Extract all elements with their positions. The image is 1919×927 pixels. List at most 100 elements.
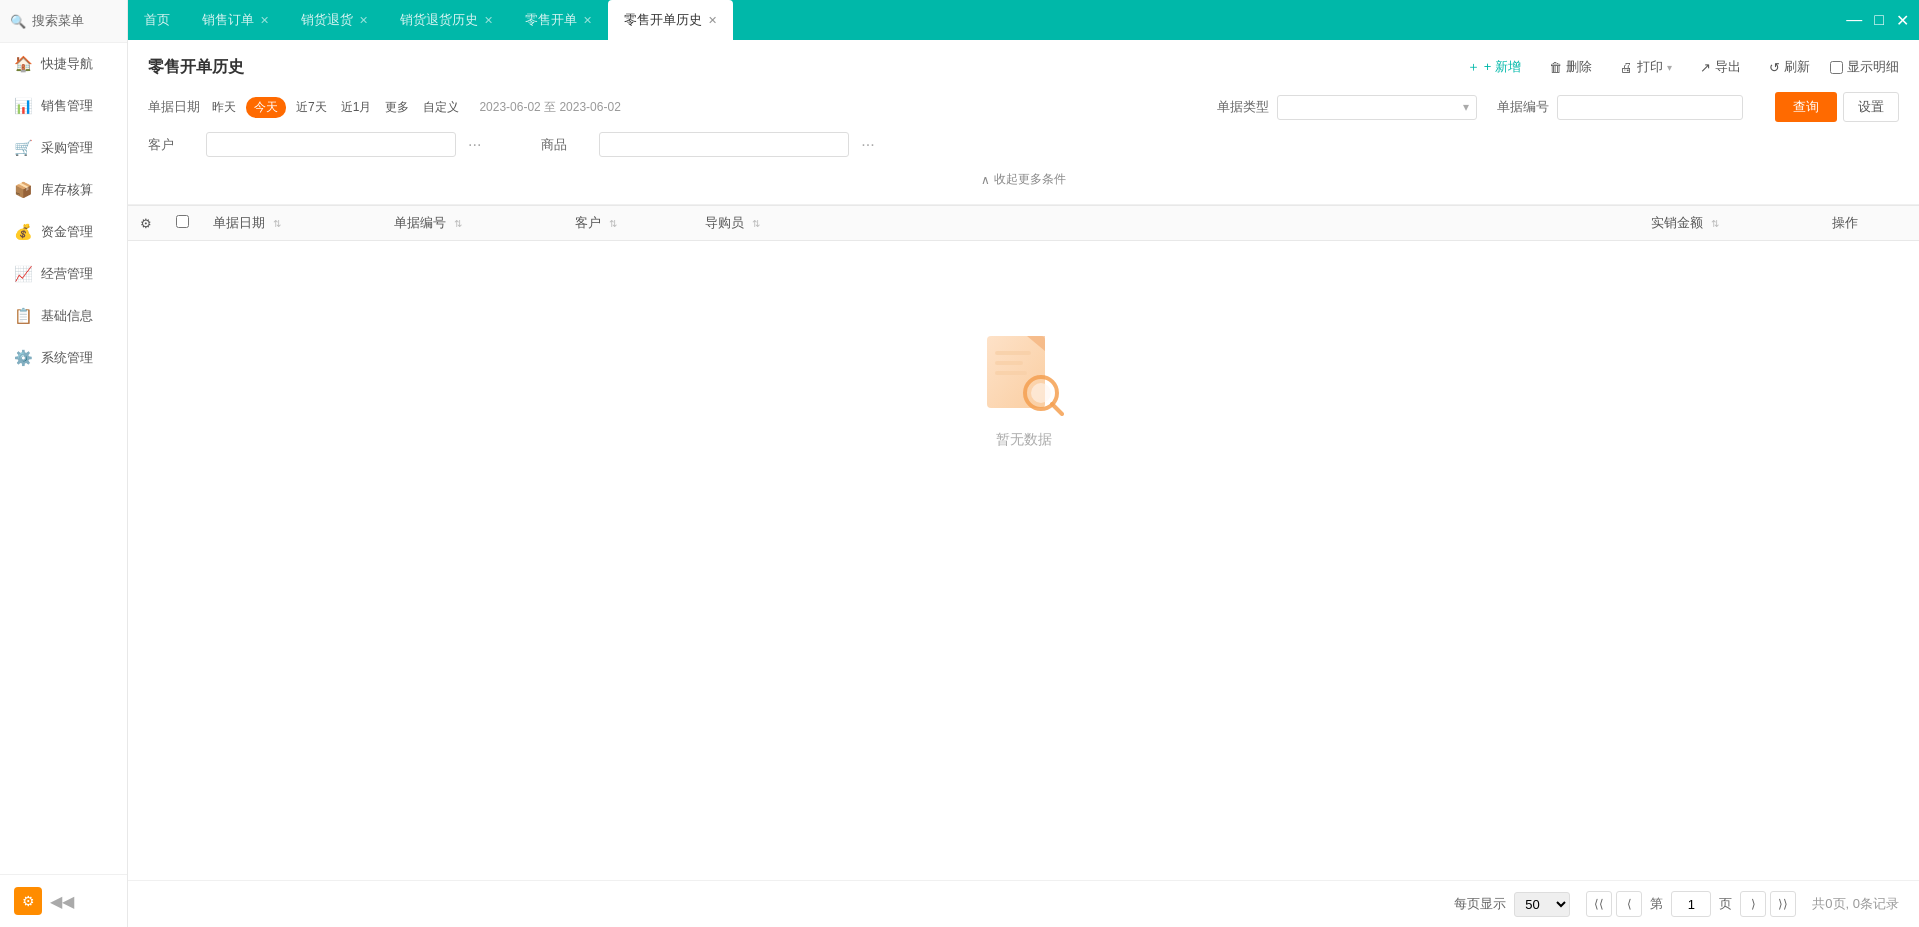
sidebar-item-system-mgmt[interactable]: ⚙️ 系统管理	[0, 337, 127, 379]
money-icon: 💰	[14, 223, 33, 241]
sidebar-item-purchase-mgmt[interactable]: 🛒 采购管理	[0, 127, 127, 169]
document-icon: 📋	[14, 307, 33, 325]
customer-more-icon[interactable]: ···	[468, 136, 481, 154]
add-button[interactable]: ＋ + 新增	[1459, 54, 1529, 80]
th-settings[interactable]: ⚙	[128, 206, 164, 241]
page-total: 共0页, 0条记录	[1812, 895, 1899, 913]
shortcut-7days[interactable]: 近7天	[292, 97, 331, 118]
delete-button[interactable]: 🗑 删除	[1541, 54, 1600, 80]
delete-label: 删除	[1566, 58, 1592, 76]
maximize-icon[interactable]: □	[1874, 11, 1884, 30]
th-salesperson[interactable]: 导购员 ⇅	[693, 206, 848, 241]
last-page-button[interactable]: ⟩⟩	[1770, 891, 1796, 917]
table-header: ⚙ 单据日期 ⇅ 单据编号 ⇅	[128, 206, 1919, 241]
close-window-icon[interactable]: ✕	[1896, 11, 1909, 30]
th-no[interactable]: 单据编号 ⇅	[382, 206, 563, 241]
order-type-filter-field: 单据类型	[1217, 95, 1477, 120]
tab-retail-open-label: 零售开单	[525, 11, 577, 29]
customer-input[interactable]	[206, 132, 456, 157]
sidebar-item-sales-mgmt[interactable]: 📊 销售管理	[0, 85, 127, 127]
sidebar-item-quick-nav[interactable]: 🏠 快捷导航	[0, 43, 127, 85]
print-button[interactable]: 🖨 打印 ▾	[1612, 54, 1680, 80]
minimize-icon[interactable]: —	[1846, 11, 1862, 30]
show-detail-checkbox-wrapper[interactable]: 显示明细	[1830, 58, 1899, 76]
sidebar: 🔍 搜索菜单 🏠 快捷导航 📊 销售管理 🛒 采购管理 📦 库存核算 💰 资金管…	[0, 0, 128, 927]
th-checkbox[interactable]	[164, 206, 201, 241]
shortcut-custom[interactable]: 自定义	[419, 97, 463, 118]
tab-sales-return-close[interactable]: ✕	[359, 14, 368, 27]
sidebar-item-operations[interactable]: 📈 经营管理	[0, 253, 127, 295]
goods-more-icon[interactable]: ···	[861, 136, 874, 154]
customer-filter-field: 客户 ···	[148, 132, 481, 157]
th-customer[interactable]: 客户 ⇅	[563, 206, 693, 241]
table-settings-icon[interactable]: ⚙	[140, 216, 152, 231]
tab-home-label: 首页	[144, 11, 170, 29]
th-actual-amount[interactable]: 实销金额 ⇅	[1639, 206, 1820, 241]
sidebar-item-label: 库存核算	[41, 181, 93, 199]
export-button[interactable]: ↗ 导出	[1692, 54, 1749, 80]
tab-home[interactable]: 首页	[128, 0, 186, 40]
setting-button[interactable]: 设置	[1843, 92, 1899, 122]
tab-retail-open-close[interactable]: ✕	[583, 14, 592, 27]
sidebar-item-finance[interactable]: 💰 资金管理	[0, 211, 127, 253]
gear-icon: ⚙️	[14, 349, 33, 367]
collapse-more-btn[interactable]: ∧ 收起更多条件	[148, 167, 1899, 192]
next-page-button[interactable]: ⟩	[1740, 891, 1766, 917]
th-spacer	[848, 206, 1639, 241]
select-all-checkbox[interactable]	[176, 215, 189, 228]
tab-retail-open-history[interactable]: 零售开单历史 ✕	[608, 0, 733, 40]
settings-gear-button[interactable]: ⚙	[14, 887, 42, 915]
svg-rect-2	[995, 361, 1023, 365]
box-icon: 📦	[14, 181, 33, 199]
refresh-icon: ↺	[1769, 60, 1780, 75]
sidebar-item-basic-info[interactable]: 📋 基础信息	[0, 295, 127, 337]
th-salesperson-label: 导购员	[705, 215, 744, 230]
svg-line-7	[1052, 404, 1062, 414]
export-icon: ↗	[1700, 60, 1711, 75]
shortcut-yesterday[interactable]: 昨天	[208, 97, 240, 118]
search-icon: 🔍	[10, 14, 26, 29]
window-controls: — □ ✕	[1846, 11, 1909, 30]
empty-illustration	[969, 321, 1079, 431]
sidebar-collapse-button[interactable]: ◀◀	[50, 892, 74, 911]
shortcut-today[interactable]: 今天	[246, 97, 286, 118]
show-detail-checkbox[interactable]	[1830, 61, 1843, 74]
tab-sales-return-label: 销货退货	[301, 11, 353, 29]
page-size-label: 每页显示	[1454, 895, 1506, 913]
sort-arrows-salesperson: ⇅	[752, 218, 760, 229]
sidebar-search-label: 搜索菜单	[32, 12, 84, 30]
sidebar-search[interactable]: 🔍 搜索菜单	[0, 0, 127, 43]
th-date[interactable]: 单据日期 ⇅	[201, 206, 382, 241]
tab-retail-open-history-close[interactable]: ✕	[708, 14, 717, 27]
page-number-input[interactable]	[1671, 891, 1711, 917]
sidebar-item-label: 采购管理	[41, 139, 93, 157]
goods-input[interactable]	[599, 132, 849, 157]
print-icon: 🖨	[1620, 60, 1633, 75]
empty-text: 暂无数据	[996, 431, 1052, 449]
query-button[interactable]: 查询	[1775, 92, 1837, 122]
first-page-button[interactable]: ⟨⟨	[1586, 891, 1612, 917]
print-dropdown-icon: ▾	[1667, 62, 1672, 73]
th-action-label: 操作	[1832, 215, 1858, 230]
pagination: 每页显示 50 10 20 100 ⟨⟨ ⟨ 第 页 ⟩ ⟩⟩ 共0页, 0条记…	[128, 880, 1919, 927]
tab-retail-open[interactable]: 零售开单 ✕	[509, 0, 608, 40]
prev-page-button[interactable]: ⟨	[1616, 891, 1642, 917]
tab-sales-return-history-label: 销货退货历史	[400, 11, 478, 29]
sidebar-item-inventory[interactable]: 📦 库存核算	[0, 169, 127, 211]
order-type-select[interactable]	[1277, 95, 1477, 120]
shortcut-more[interactable]: 更多	[381, 97, 413, 118]
tab-sales-order-close[interactable]: ✕	[260, 14, 269, 27]
tab-sales-return-history-close[interactable]: ✕	[484, 14, 493, 27]
tab-sales-order[interactable]: 销售订单 ✕	[186, 0, 285, 40]
page-nav: ⟨⟨ ⟨ 第 页 ⟩ ⟩⟩	[1586, 891, 1796, 917]
filter-row-2: 客户 ··· 商品 ···	[148, 132, 1899, 157]
tab-sales-return-history[interactable]: 销货退货历史 ✕	[384, 0, 509, 40]
customer-label: 客户	[148, 136, 198, 154]
page-header: 零售开单历史 ＋ + 新增 🗑 删除 🖨 打印 ▾ ↗ 导出	[128, 40, 1919, 80]
tab-sales-return[interactable]: 销货退货 ✕	[285, 0, 384, 40]
shortcut-1month[interactable]: 近1月	[337, 97, 376, 118]
refresh-button[interactable]: ↺ 刷新	[1761, 54, 1818, 80]
page-size-select[interactable]: 50 10 20 100	[1514, 892, 1570, 917]
th-action: 操作	[1820, 206, 1919, 241]
order-no-input[interactable]	[1557, 95, 1743, 120]
